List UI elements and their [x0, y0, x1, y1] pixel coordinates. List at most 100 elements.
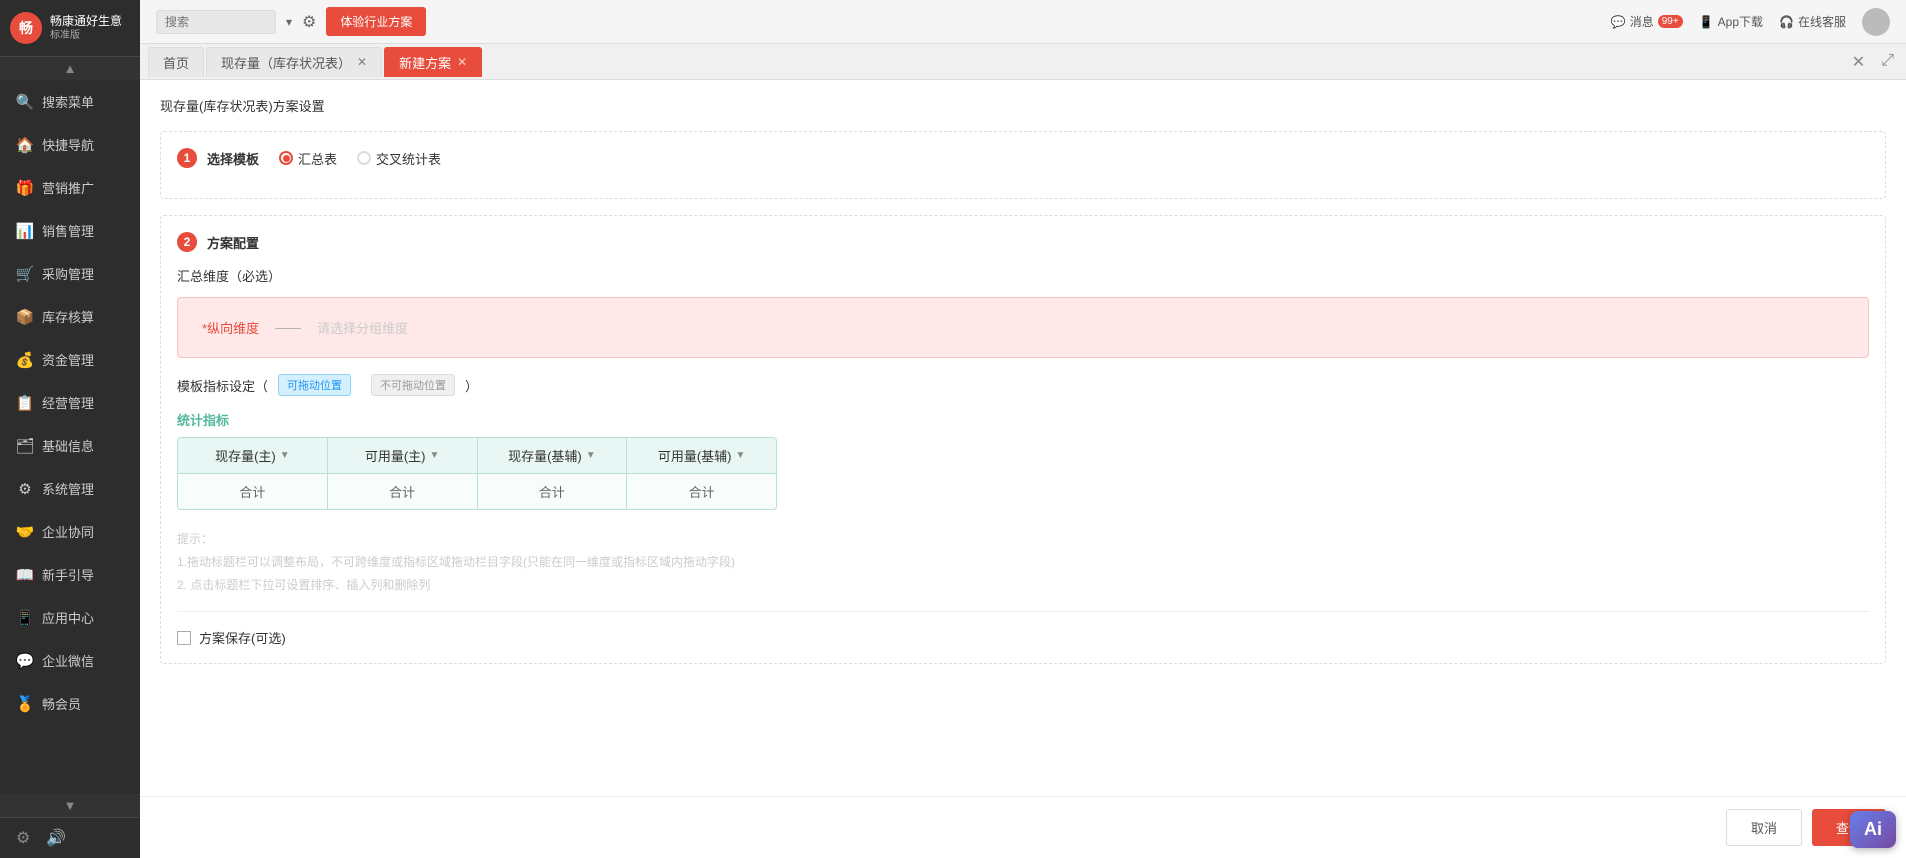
chevron-icon-1: ▼	[430, 450, 440, 461]
header-gear-icon[interactable]: ⚙	[302, 12, 316, 32]
sidebar-scroll-down[interactable]: ▼	[0, 794, 140, 817]
stats-col-0[interactable]: 现存量(主) ▼	[178, 438, 328, 473]
sidebar-item-newbie[interactable]: 📖 新手引导	[0, 553, 140, 596]
footer-buttons: 取消 查询	[140, 796, 1906, 858]
draggable-tag: 可拖动位置	[278, 374, 351, 396]
stats-cell-0-3: 合计	[627, 474, 776, 509]
tips-title: 提示：	[177, 530, 1869, 547]
tips-item-1: 2. 点击标题栏下拉可设置排序、插入列和删除列	[177, 576, 1869, 595]
dim-placeholder[interactable]: 请选择分组维度	[317, 318, 408, 337]
sidebar-item-label: 搜索菜单	[42, 92, 94, 111]
tab-new-scheme[interactable]: 新建方案 ✕	[384, 47, 482, 77]
header-right: 💬 消息 99+ 📱 App下载 🎧 在线客服	[1611, 8, 1890, 36]
indicator-setting-label: 模板指标设定（	[177, 376, 268, 395]
sidebar-item-inventory[interactable]: 📦 库存核算	[0, 295, 140, 338]
chevron-icon-3: ▼	[736, 450, 746, 461]
gift-icon: 🎁	[16, 179, 34, 197]
mobile-icon: 📱	[16, 609, 34, 627]
sidebar-item-label: 新手引导	[42, 565, 94, 584]
sidebar-item-finance[interactable]: 💰 资金管理	[0, 338, 140, 381]
trial-button[interactable]: 体验行业方案	[326, 7, 426, 36]
save-label: 方案保存(可选)	[199, 628, 286, 647]
sidebar-item-label: 快捷导航	[42, 135, 94, 154]
sidebar: 畅 畅康通好生意 标准版 ▲ 🔍 搜索菜单 🏠 快捷导航 🎁 营销推广 📊 销售…	[0, 0, 140, 858]
headset-icon: 🎧	[1779, 15, 1794, 29]
tab-inventory-label: 现存量（库存状况表）	[221, 53, 351, 72]
tabs-close-btn[interactable]: ✕	[1848, 52, 1869, 72]
radio-cross-label: 交叉统计表	[376, 149, 441, 168]
sidebar-item-basic[interactable]: 🗂 基础信息	[0, 424, 140, 467]
indicator-setting-suffix: ）	[465, 376, 478, 395]
tab-home-label: 首页	[163, 53, 189, 72]
stats-col-2[interactable]: 现存量(基辅) ▼	[478, 438, 628, 473]
stats-label: 统计指标	[177, 410, 1869, 429]
search-icon: 🔍	[16, 93, 34, 111]
stats-col-label-2: 现存量(基辅)	[508, 446, 582, 465]
messages-badge: 99+	[1658, 15, 1683, 28]
stats-col-label-1: 可用量(主)	[365, 446, 426, 465]
stats-body-row-0: 合计 合计 合计 合计	[178, 473, 776, 509]
handshake-icon: 🤝	[16, 523, 34, 541]
sidebar-item-cooperation[interactable]: 🤝 企业协同	[0, 510, 140, 553]
sidebar-scroll-up[interactable]: ▲	[0, 57, 140, 80]
tabs-right-controls: ✕ ⤢	[1848, 52, 1898, 72]
sidebar-nav: 🔍 搜索菜单 🏠 快捷导航 🎁 营销推广 📊 销售管理 🛒 采购管理 📦 库存核…	[0, 80, 140, 794]
sidebar-item-sales[interactable]: 📊 销售管理	[0, 209, 140, 252]
tab-home[interactable]: 首页	[148, 47, 204, 77]
radio-cross-circle	[357, 151, 371, 165]
content-area: 现存量(库存状况表)方案设置 1 选择模板 汇总表 交叉统计表	[140, 80, 1906, 796]
chevron-icon-0: ▼	[280, 450, 290, 461]
messages-item[interactable]: 💬 消息 99+	[1611, 13, 1683, 30]
stats-col-label-3: 可用量(基辅)	[658, 446, 732, 465]
user-avatar[interactable]	[1862, 8, 1890, 36]
online-service-item[interactable]: 🎧 在线客服	[1779, 13, 1846, 30]
step1-header: 1 选择模板 汇总表 交叉统计表	[177, 148, 1869, 168]
sidebar-bottom: ⚙ 🔊	[0, 817, 140, 858]
sidebar-item-label: 基础信息	[42, 436, 94, 455]
sidebar-item-label: 企业协同	[42, 522, 94, 541]
chart-icon: 📊	[16, 222, 34, 240]
tab-new-scheme-label: 新建方案	[399, 53, 451, 72]
app-name: 畅康通好生意 标准版	[50, 14, 122, 43]
step2-badge: 2	[177, 232, 197, 252]
radio-summary[interactable]: 汇总表	[279, 149, 337, 168]
sidebar-item-purchase[interactable]: 🛒 采购管理	[0, 252, 140, 295]
save-checkbox[interactable]	[177, 631, 191, 645]
tab-new-scheme-close[interactable]: ✕	[457, 55, 467, 69]
step2-section: 2 方案配置 汇总维度（必选） *纵向维度 —— 请选择分组维度 模板指标设定（	[160, 215, 1886, 664]
stats-col-3[interactable]: 可用量(基辅) ▼	[627, 438, 776, 473]
radio-cross[interactable]: 交叉统计表	[357, 149, 441, 168]
sidebar-item-appcenter[interactable]: 📱 应用中心	[0, 596, 140, 639]
sidebar-item-label: 采购管理	[42, 264, 94, 283]
sidebar-item-label: 库存核算	[42, 307, 94, 326]
tips-section: 提示： 1.拖动标题栏可以调整布局，不可跨维度或指标区域拖动栏目字段(只能在同一…	[177, 530, 1869, 595]
cancel-button[interactable]: 取消	[1726, 809, 1802, 846]
folder-icon: 🗂	[16, 437, 34, 455]
app-download-item[interactable]: 📱 App下载	[1699, 13, 1763, 30]
sidebar-item-wechat[interactable]: 💬 企业微信	[0, 639, 140, 682]
sidebar-item-label: 营销推广	[42, 178, 94, 197]
sidebar-item-system[interactable]: ⚙ 系统管理	[0, 467, 140, 510]
sidebar-item-vip[interactable]: 🏅 畅会员	[0, 682, 140, 725]
search-input[interactable]	[156, 10, 276, 34]
sidebar-item-marketing[interactable]: 🎁 营销推广	[0, 166, 140, 209]
sidebar-item-quicknav[interactable]: 🏠 快捷导航	[0, 123, 140, 166]
settings-icon[interactable]: ⚙	[16, 828, 30, 848]
stats-table: 现存量(主) ▼ 可用量(主) ▼ 现存量(基辅) ▼ 可用量(基辅)	[177, 437, 777, 510]
tab-inventory-close[interactable]: ✕	[357, 55, 367, 69]
sidebar-item-label: 资金管理	[42, 350, 94, 369]
download-icon: 📱	[1699, 15, 1714, 29]
dropdown-icon[interactable]: ▾	[286, 15, 292, 29]
volume-icon[interactable]: 🔊	[46, 828, 66, 848]
stats-col-1[interactable]: 可用量(主) ▼	[328, 438, 478, 473]
page-title: 现存量(库存状况表)方案设置	[160, 96, 1886, 115]
step2-header: 2 方案配置	[177, 232, 1869, 252]
medal-icon: 🏅	[16, 695, 34, 713]
header-left: ▾ ⚙ 体验行业方案	[156, 7, 426, 36]
sidebar-item-search[interactable]: 🔍 搜索菜单	[0, 80, 140, 123]
tab-inventory[interactable]: 现存量（库存状况表） ✕	[206, 47, 382, 77]
messages-label: 消息	[1630, 13, 1654, 30]
sidebar-item-management[interactable]: 📋 经营管理	[0, 381, 140, 424]
ai-float-button[interactable]: Ai	[1850, 811, 1896, 848]
tabs-expand-btn[interactable]: ⤢	[1877, 52, 1898, 72]
